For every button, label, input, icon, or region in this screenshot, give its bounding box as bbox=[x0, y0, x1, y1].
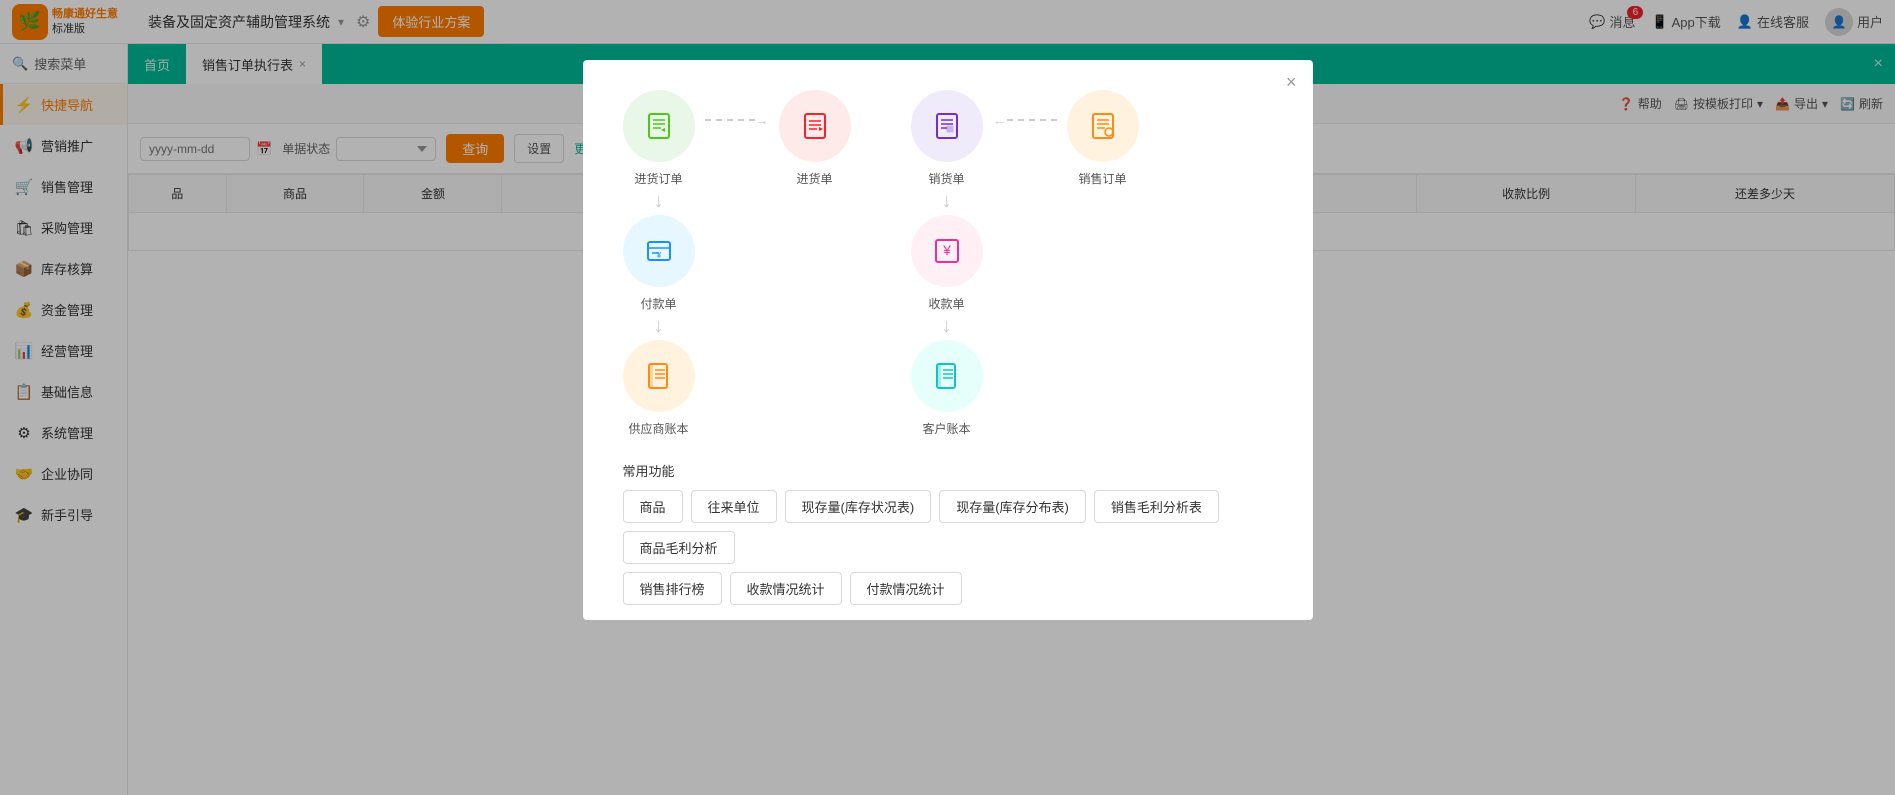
receipt-slip-icon: ¥ bbox=[911, 215, 983, 287]
func-btn-sales-rank[interactable]: 销售排行榜 bbox=[623, 572, 722, 605]
flow-node-receipt-slip[interactable]: ¥ 收款单 bbox=[911, 215, 983, 312]
func-buttons-row1: 商品 往来单位 现存量(库存状况表) 现存量(库存分布表) 销售毛利分析表 商品… bbox=[623, 490, 1273, 564]
flow-diagram: 进货订单 ↓ ¥ 付款单 ↓ 供应商账本 bbox=[623, 90, 1273, 437]
func-btn-stock-dist[interactable]: 现存量(库存分布表) bbox=[939, 490, 1086, 523]
flow-col-mid-left: 进货单 bbox=[779, 90, 851, 187]
arrow-h-purchase: → bbox=[695, 112, 779, 128]
func-btn-receipt-stats[interactable]: 收款情况统计 bbox=[730, 572, 842, 605]
flow-col-right: 销售订单 bbox=[1067, 90, 1139, 187]
func-btn-partner[interactable]: 往来单位 bbox=[691, 490, 777, 523]
sales-invoice-label: 销货单 bbox=[928, 170, 964, 187]
func-buttons-row2: 销售排行榜 收款情况统计 付款情况统计 bbox=[623, 572, 1273, 605]
func-btn-stock-status[interactable]: 现存量(库存状况表) bbox=[785, 490, 932, 523]
supplier-ledger-label: 供应商账本 bbox=[628, 420, 688, 437]
func-btn-sales-gross[interactable]: 销售毛利分析表 bbox=[1094, 490, 1219, 523]
sales-invoice-icon bbox=[911, 90, 983, 162]
flow-node-payment-slip[interactable]: ¥ 付款单 bbox=[623, 215, 695, 312]
flow-node-supplier-ledger[interactable]: 供应商账本 bbox=[623, 340, 695, 437]
common-funcs-title: 常用功能 bbox=[623, 461, 1273, 480]
arrow-h-sales: ← bbox=[983, 112, 1067, 128]
common-functions: 常用功能 商品 往来单位 现存量(库存状况表) 现存量(库存分布表) 销售毛利分… bbox=[623, 461, 1273, 605]
purchase-order-label: 进货订单 bbox=[634, 170, 682, 187]
svg-text:¥: ¥ bbox=[942, 242, 951, 258]
customer-ledger-icon bbox=[911, 340, 983, 412]
flow-node-purchase-receipt[interactable]: 进货单 bbox=[779, 90, 851, 187]
func-btn-product[interactable]: 商品 bbox=[623, 490, 683, 523]
purchase-receipt-icon bbox=[779, 90, 851, 162]
modal-close-button[interactable]: × bbox=[1286, 72, 1297, 93]
supplier-ledger-icon bbox=[623, 340, 695, 412]
customer-ledger-label: 客户账本 bbox=[922, 420, 970, 437]
flow-col-left: 进货订单 ↓ ¥ 付款单 ↓ 供应商账本 bbox=[623, 90, 695, 437]
arrow-v-3: ↓ bbox=[942, 187, 952, 215]
flow-node-sales-invoice[interactable]: 销货单 bbox=[911, 90, 983, 187]
payment-slip-icon: ¥ bbox=[623, 215, 695, 287]
flow-node-purchase-order[interactable]: 进货订单 bbox=[623, 90, 695, 187]
flow-col-mid-right: 销货单 ↓ ¥ 收款单 ↓ 客户账本 bbox=[911, 90, 983, 437]
arrow-v-1: ↓ bbox=[654, 187, 664, 215]
payment-slip-label: 付款单 bbox=[640, 295, 676, 312]
func-btn-product-gross[interactable]: 商品毛利分析 bbox=[623, 531, 735, 564]
svg-text:¥: ¥ bbox=[655, 251, 661, 260]
arrow-v-2: ↓ bbox=[654, 312, 664, 340]
sales-order-icon bbox=[1067, 90, 1139, 162]
purchase-order-icon bbox=[623, 90, 695, 162]
func-btn-payment-stats[interactable]: 付款情况统计 bbox=[850, 572, 962, 605]
modal-overlay[interactable]: × 进货订单 ↓ ¥ 付款单 ↓ bbox=[0, 0, 1895, 795]
purchase-receipt-label: 进货单 bbox=[796, 170, 832, 187]
sales-order-label: 销售订单 bbox=[1078, 170, 1126, 187]
arrow-v-4: ↓ bbox=[942, 312, 952, 340]
flow-node-customer-ledger[interactable]: 客户账本 bbox=[911, 340, 983, 437]
flow-node-sales-order[interactable]: 销售订单 bbox=[1067, 90, 1139, 187]
receipt-slip-label: 收款单 bbox=[928, 295, 964, 312]
modal: × 进货订单 ↓ ¥ 付款单 ↓ bbox=[583, 60, 1313, 620]
